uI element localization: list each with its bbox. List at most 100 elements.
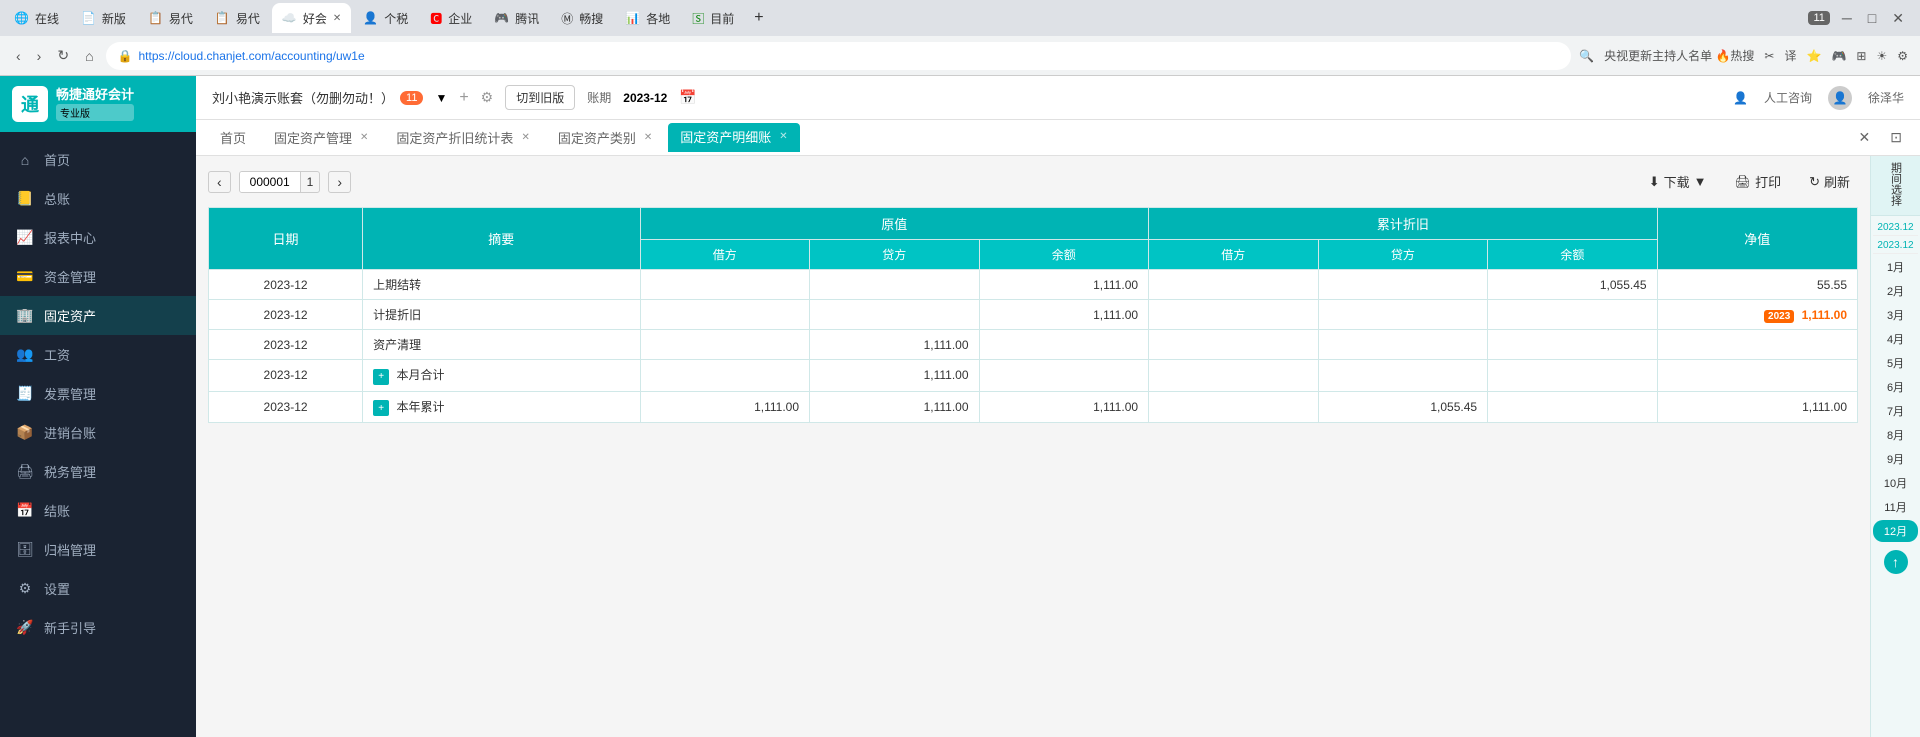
prev-page-button[interactable]: ‹ [208,171,231,193]
win-maximize-button[interactable]: ⊡ [1884,127,1908,148]
period-month-12[interactable]: 12月 [1873,520,1918,542]
period-month-2[interactable]: 2月 [1873,280,1918,302]
tab-close-depreciation[interactable]: ✕ [521,132,529,143]
tab-label-tencent: 腾讯 [515,10,539,27]
minimize-button[interactable]: ─ [1838,6,1856,30]
cell-net-3 [1657,360,1857,392]
tab-close-category[interactable]: ✕ [644,132,652,143]
sidebar-item-closing[interactable]: 📅 结账 [0,491,196,530]
period-year-2023-2[interactable]: 2023.12 [1873,238,1918,254]
period-month-1[interactable]: 1月 [1873,256,1918,278]
period-value: 2023-12 [623,91,667,105]
reload-button[interactable]: ↻ [53,43,73,68]
period-month-7[interactable]: 7月 [1873,400,1918,422]
browser-tab-muqian[interactable]: 🅂 目前 [682,3,744,33]
new-tab-button[interactable]: + [746,3,771,33]
star-icon: ⭐ [1807,49,1822,63]
scroll-up-button[interactable]: ↑ [1884,550,1908,574]
period-month-5[interactable]: 5月 [1873,352,1918,374]
sidebar-item-archive[interactable]: 🗄 归档管理 [0,530,196,569]
close-button[interactable]: ✕ [1888,6,1908,31]
browser-tab-yidai2[interactable]: 📋 易代 [205,3,270,33]
sidebar-item-stock[interactable]: 📦 进销台账 [0,413,196,452]
download-button[interactable]: ⬇ 下载 ▼ [1641,168,1715,195]
sidebar-item-reports[interactable]: 📈 报表中心 [0,218,196,257]
browser-tab-tencent[interactable]: 🎮 腾讯 [484,3,549,33]
tab-icon-changsou: Ⓜ [561,10,573,27]
tab-asset-category[interactable]: 固定资产类别 ✕ [546,124,664,151]
period-select-text: 期间选择 [1888,162,1904,206]
period-month-3[interactable]: 3月 [1873,304,1918,326]
cell-orig-credit-2: 1,111.00 [810,330,980,360]
next-page-button[interactable]: › [328,171,351,193]
cell-summary-2: 资产清理 [363,330,640,360]
home-nav-button[interactable]: ⌂ [81,44,97,68]
tab-close-haokuai[interactable]: ✕ [333,13,341,24]
tab-close-mgmt[interactable]: ✕ [360,132,368,143]
print-button[interactable]: 🖨 打印 [1727,168,1790,195]
tab-asset-ledger[interactable]: 固定资产明细账 ✕ [668,123,799,152]
sidebar-item-general-ledger[interactable]: 📒 总账 [0,179,196,218]
period-month-6[interactable]: 6月 [1873,376,1918,398]
archive-icon: 🗄 [16,541,34,559]
tab-fixed-assets-mgmt[interactable]: 固定资产管理 ✕ [262,124,380,151]
cell-summary-1: 计提折旧 [363,300,640,330]
main-content: 刘小艳演示账套（勿删勿动！） 11 ▼ + ⚙ 切到旧版 账期 2023-12 … [196,76,1920,737]
refresh-button[interactable]: ↻ 刷新 [1801,168,1858,195]
browser-tab-changsou[interactable]: Ⓜ 畅搜 [551,3,613,33]
browser-tab-gedi[interactable]: 📊 各地 [615,3,680,33]
period-month-4[interactable]: 4月 [1873,328,1918,350]
settings-nav-icon: ⚙ [16,580,34,598]
tab-home[interactable]: 首页 [208,124,258,151]
page-tabs: 首页 固定资产管理 ✕ 固定资产折旧统计表 ✕ 固定资产类别 ✕ 固定资产明细账… [196,120,1920,156]
cell-accum-credit-3 [1318,360,1488,392]
forward-button[interactable]: › [33,44,46,68]
period-sidebar: 期间选择 2023.12 2023.12 1月 2月 3月 4月 5月 6月 7… [1870,156,1920,737]
tab-icon-haokuai: ☁️ [282,11,297,25]
home-icon: ⌂ [16,151,34,169]
table-row: 2023-12 + 本年累计 1,111.00 1,111.00 1,111.0… [209,391,1858,423]
switch-old-button[interactable]: 切到旧版 [505,85,575,110]
browser-tab-geshui[interactable]: 👤 个税 [353,3,418,33]
add-account-button[interactable]: + [459,89,468,107]
tab-depreciation-stats[interactable]: 固定资产折旧统计表 ✕ [384,124,541,151]
browser-tab-haokuai[interactable]: ☁️ 好会 ✕ [272,3,351,33]
tab-label-qiye: 企业 [448,10,472,27]
window-controls: ✕ ⊡ [1853,127,1908,148]
period-month-8[interactable]: 8月 [1873,424,1918,446]
back-button[interactable]: ‹ [12,44,25,68]
browser-tab-qiye[interactable]: 🅲 企业 [420,3,482,33]
browser-tab-new[interactable]: 📄 新版 [71,3,136,33]
sidebar-item-guide[interactable]: 🚀 新手引导 [0,608,196,647]
sidebar-item-tax[interactable]: 🖨 税务管理 [0,452,196,491]
header-date: 日期 [209,208,363,270]
period-month-9[interactable]: 9月 [1873,448,1918,470]
tab-label-gedi: 各地 [646,10,670,27]
win-close-button[interactable]: ✕ [1853,127,1877,148]
sidebar-item-invoice[interactable]: 🧾 发票管理 [0,374,196,413]
sidebar-item-fixed-assets[interactable]: 🏢 固定资产 [0,296,196,335]
browser-tab-yidai1[interactable]: 📋 易代 [138,3,203,33]
period-month-11[interactable]: 11月 [1873,496,1918,518]
page-number: 1 [300,172,320,192]
address-input[interactable]: 🔒 https://cloud.chanjet.com/accounting/u… [106,42,1572,70]
browser-tab-online[interactable]: 🌐 在线 [4,3,69,33]
toolbar-right: ⬇ 下载 ▼ 🖨 打印 ↻ 刷新 [1641,168,1858,195]
period-months-container: 2023.12 2023.12 1月 2月 3月 4月 5月 6月 7月 8月 … [1871,216,1920,546]
sidebar-item-funds[interactable]: 💳 资金管理 [0,257,196,296]
maximize-button[interactable]: □ [1864,6,1880,30]
sidebar-item-home[interactable]: ⌂ 首页 [0,140,196,179]
period-select-label: 期间选择 [1871,156,1920,216]
cell-orig-balance-4: 1,111.00 [979,391,1149,423]
page-input[interactable] [240,172,300,192]
settings-account-button[interactable]: ⚙ [481,89,494,106]
sidebar-item-settings[interactable]: ⚙ 设置 [0,569,196,608]
period-month-10[interactable]: 10月 [1873,472,1918,494]
sidebar-item-payroll[interactable]: 👥 工资 [0,335,196,374]
address-bar: ‹ › ↻ ⌂ 🔒 https://cloud.chanjet.com/acco… [0,36,1920,76]
dropdown-arrow[interactable]: ▼ [435,91,447,105]
tab-close-ledger[interactable]: ✕ [779,131,787,142]
period-year-2023[interactable]: 2023.12 [1873,220,1918,236]
download-label: 下载 [1664,172,1690,191]
cell-summary-4: + 本年累计 [363,391,640,423]
